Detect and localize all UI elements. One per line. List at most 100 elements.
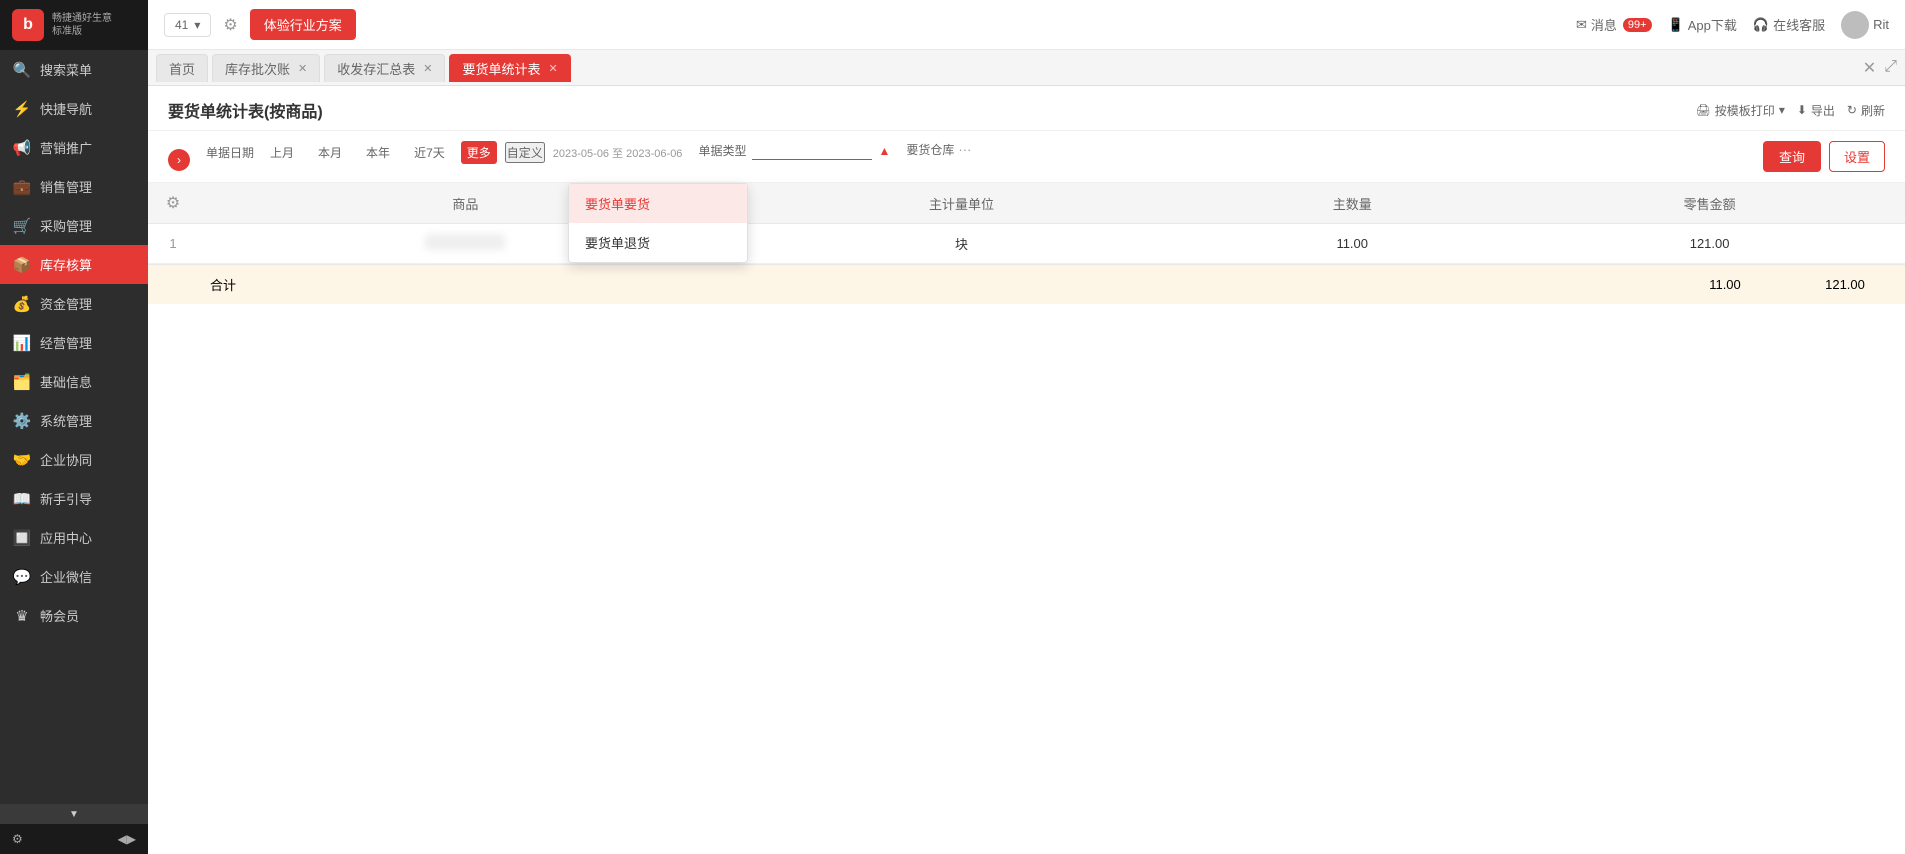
service-icon: 🎧: [1753, 17, 1769, 33]
tab-order-stats[interactable]: 要货单统计表 ✕: [449, 54, 570, 82]
sidebar-item-label: 搜索菜单: [40, 60, 92, 79]
col-settings[interactable]: ⚙: [148, 183, 198, 224]
table-summary-row: 合计 11.00 121.00: [148, 264, 1905, 304]
page-header: 要货单统计表(按商品) 🖨 按模板打印 ▾ ⬇ 导出 ↻ 刷新: [148, 86, 1905, 131]
sidebar-item-purchase[interactable]: 🛒 采购管理: [0, 206, 148, 245]
sidebar-item-marketing[interactable]: 📢 营销推广: [0, 128, 148, 167]
username-label: Rit: [1873, 17, 1889, 32]
dropdown-item-return[interactable]: 要货单退货: [569, 223, 747, 262]
export-btn[interactable]: ⬇ 导出: [1797, 102, 1835, 119]
system-icon: ⚙️: [12, 412, 32, 430]
refresh-btn[interactable]: ↻ 刷新: [1847, 102, 1885, 119]
date-this-year[interactable]: 本年: [358, 141, 398, 164]
date-last-month[interactable]: 上月: [262, 141, 302, 164]
export-icon: ⬇: [1797, 103, 1807, 117]
online-service-btn[interactable]: 🎧 在线客服: [1753, 15, 1825, 34]
sidebar-settings-icon[interactable]: ⚙: [12, 832, 23, 846]
type-filter-group: 单据类型 ▲: [698, 141, 890, 160]
sidebar-item-label: 畅会员: [40, 606, 79, 625]
tab-inventory-batch[interactable]: 库存批次账 ✕: [212, 54, 320, 82]
topbar-left: 41 ▾ ⚙ 体验行业方案: [164, 9, 356, 40]
setting-button[interactable]: 设置: [1829, 141, 1885, 172]
user-avatar-area[interactable]: Rit: [1841, 11, 1889, 39]
sidebar-item-wechat[interactable]: 💬 企业微信: [0, 557, 148, 596]
sidebar-item-guide[interactable]: 📖 新手引导: [0, 479, 148, 518]
sidebar-item-inventory[interactable]: 📦 库存核算: [0, 245, 148, 284]
topbar-gear-icon[interactable]: ⚙: [223, 15, 237, 35]
sales-icon: 💼: [12, 178, 32, 196]
industry-button[interactable]: 体验行业方案: [250, 9, 356, 40]
print-icon: 🖨: [1696, 103, 1711, 117]
tab-receivable[interactable]: 收发存汇总表 ✕: [324, 54, 445, 82]
date-this-month[interactable]: 本月: [310, 141, 350, 164]
sidebar-item-label: 基础信息: [40, 372, 92, 391]
footer-quantity: 11.00: [1665, 277, 1785, 292]
messages-label: 消息: [1591, 15, 1617, 34]
tab-receivable-close[interactable]: ✕: [423, 62, 432, 75]
table-settings-icon[interactable]: ⚙: [166, 195, 180, 212]
messages-badge: 99+: [1623, 18, 1652, 32]
tab-order-stats-label: 要货单统计表: [462, 59, 540, 78]
sidebar-item-apps[interactable]: 🔲 应用中心: [0, 518, 148, 557]
page-title: 要货单统计表(按商品): [168, 98, 323, 122]
type-input[interactable]: [752, 141, 872, 160]
sidebar-item-sales[interactable]: 💼 销售管理: [0, 167, 148, 206]
tab-order-stats-close[interactable]: ✕: [549, 62, 558, 75]
avatar: [1841, 11, 1869, 39]
logo-text: 畅捷通好生意 标准版: [52, 12, 112, 38]
product-blurred: [425, 234, 505, 250]
table-row: 1 块 11.00 121.00: [148, 224, 1905, 264]
sidebar-item-enterprise[interactable]: 🤝 企业协同: [0, 440, 148, 479]
sidebar-item-quicknav[interactable]: ⚡ 快捷导航: [0, 89, 148, 128]
inventory-icon: 📦: [12, 256, 32, 274]
app-icon: 📱: [1668, 17, 1684, 33]
query-button[interactable]: 查询: [1763, 141, 1821, 172]
sidebar-toggle-icon[interactable]: ◀▶: [118, 832, 136, 846]
refresh-icon: ↻: [1847, 103, 1857, 117]
quicknav-icon: ⚡: [12, 100, 32, 118]
sidebar-item-label: 资金管理: [40, 294, 92, 313]
message-icon: ✉: [1576, 17, 1587, 33]
table-body: 1 块 11.00 121.00: [148, 224, 1905, 264]
tab-close-all-icon[interactable]: ✕: [1863, 58, 1876, 78]
date-custom-btn[interactable]: 自定义: [505, 142, 545, 163]
sidebar-item-operations[interactable]: 📊 经营管理: [0, 323, 148, 362]
filter-expand-btn[interactable]: ›: [168, 149, 190, 171]
sidebar-item-vip[interactable]: ♛ 畅会员: [0, 596, 148, 635]
sidebar-item-search[interactable]: 🔍 搜索菜单: [0, 50, 148, 89]
sidebar: b 畅捷通好生意 标准版 🔍 搜索菜单 ⚡ 快捷导航 📢 营销推广 💼 销售管理…: [0, 0, 148, 854]
cell-unit: 块: [733, 224, 1191, 264]
app-download-btn[interactable]: 📱 App下载: [1668, 15, 1737, 34]
sidebar-nav: 🔍 搜索菜单 ⚡ 快捷导航 📢 营销推广 💼 销售管理 🛒 采购管理 📦 库存核…: [0, 50, 148, 804]
filter-actions: 查询 设置: [1763, 141, 1885, 172]
date-last-7[interactable]: 近7天: [406, 141, 453, 164]
sidebar-item-label: 新手引导: [40, 489, 92, 508]
sidebar-item-system[interactable]: ⚙️ 系统管理: [0, 401, 148, 440]
logo-icon: b: [12, 9, 44, 41]
apps-icon: 🔲: [12, 529, 32, 547]
tab-home[interactable]: 首页: [156, 54, 208, 82]
footer-label: 合计: [198, 275, 1515, 294]
branch-selector[interactable]: 41 ▾: [164, 13, 211, 37]
filter-bar: › 单据日期 上月 本月 本年 近7天 更多 自定义 2023-05-06 至 …: [148, 131, 1905, 183]
warehouse-dots-icon[interactable]: ···: [958, 142, 971, 157]
messages-btn[interactable]: ✉ 消息 99+: [1576, 15, 1652, 34]
sidebar-item-finance[interactable]: 💰 资金管理: [0, 284, 148, 323]
service-label: 在线客服: [1773, 15, 1825, 34]
dropdown-item-order[interactable]: 要货单要货: [569, 184, 747, 223]
data-table: ⚙ 商品 主计量单位 主数量 零售金额 1 块: [148, 183, 1905, 264]
tab-inventory-batch-close[interactable]: ✕: [298, 62, 307, 75]
sidebar-item-basic[interactable]: 🗂️ 基础信息: [0, 362, 148, 401]
tab-receivable-label: 收发存汇总表: [337, 59, 415, 78]
date-label: 单据日期: [206, 144, 254, 161]
page-actions: 🖨 按模板打印 ▾ ⬇ 导出 ↻ 刷新: [1696, 102, 1885, 119]
tab-expand-icon[interactable]: ⤢: [1884, 58, 1897, 78]
date-more-badge[interactable]: 更多: [461, 141, 497, 164]
vip-icon: ♛: [12, 607, 32, 625]
print-template-btn[interactable]: 🖨 按模板打印 ▾: [1696, 102, 1785, 119]
table-header: ⚙ 商品 主计量单位 主数量 零售金额: [148, 183, 1905, 224]
purchase-icon: 🛒: [12, 217, 32, 235]
footer-amount: 121.00: [1785, 277, 1905, 292]
sidebar-scroll-down[interactable]: ▼: [0, 804, 148, 824]
type-dropdown-arrow[interactable]: ▲: [878, 144, 890, 158]
